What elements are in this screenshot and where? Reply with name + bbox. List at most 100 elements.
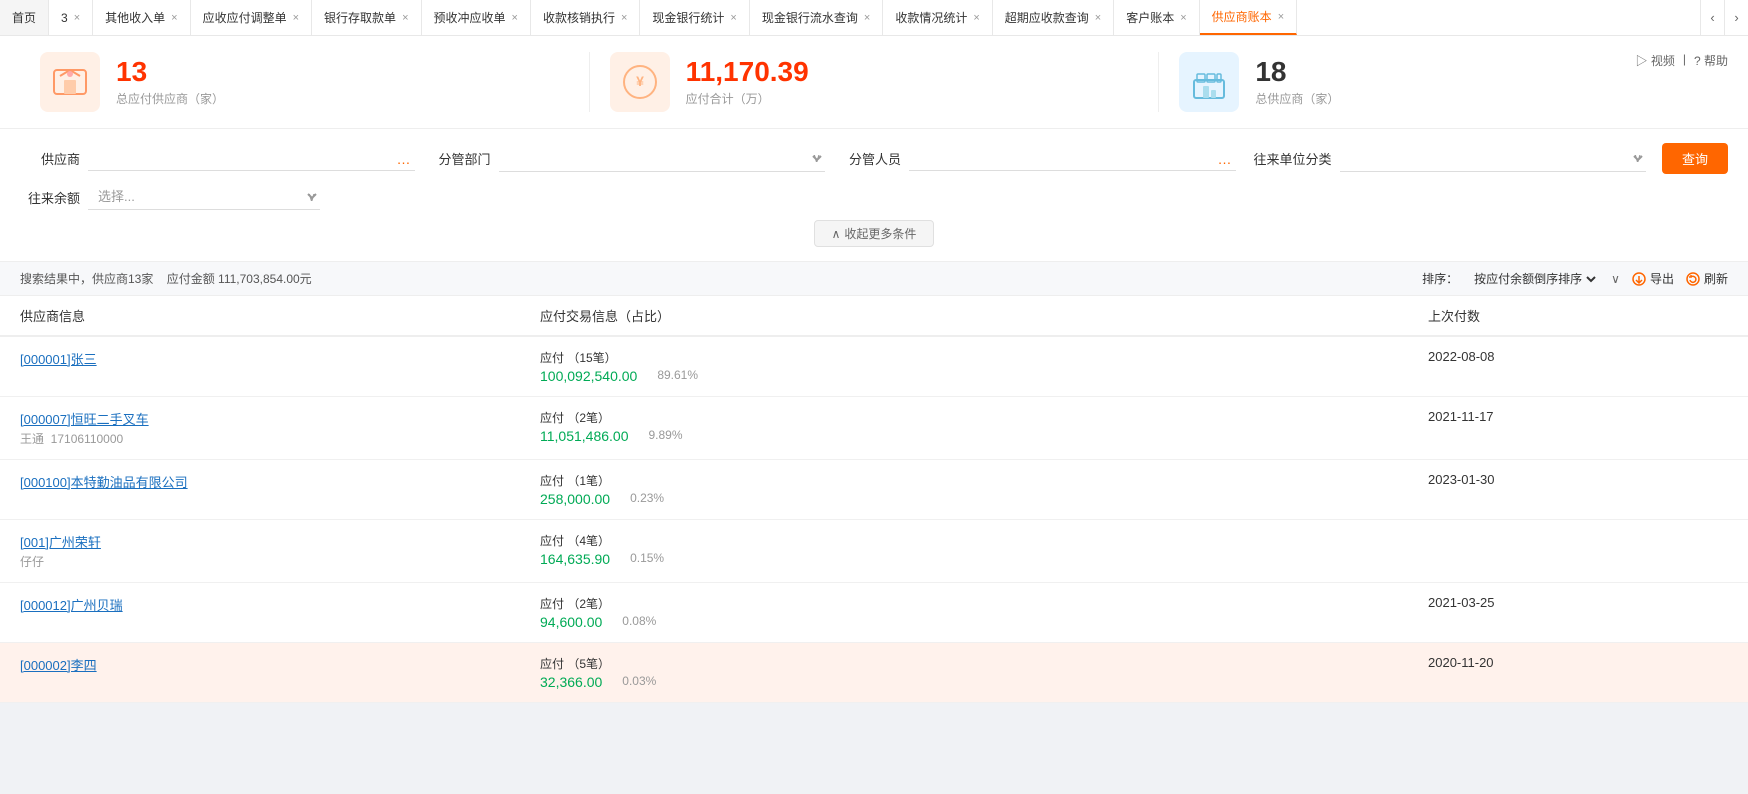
dept-select[interactable] xyxy=(499,146,826,171)
table-row: [000100]本特勤油品有限公司 应付 （1笔） 258,000.00 0.2… xyxy=(0,460,1748,520)
export-button[interactable]: 导出 xyxy=(1632,270,1674,287)
trans-amount[interactable]: 258,000.00 xyxy=(540,491,610,507)
supplier-link[interactable]: [000100]本特勤油品有限公司 xyxy=(20,475,188,490)
nav-ar-ap-adjust[interactable]: 应收应付调整单 × xyxy=(191,0,312,35)
top-right-links: ▷ 视频 | ? 帮助 xyxy=(1635,52,1728,69)
search-button[interactable]: 查询 xyxy=(1662,143,1728,174)
nav-supplier-book-close[interactable]: × xyxy=(1278,11,1284,23)
trans-info-col: 应付 （4笔） 164,635.90 0.15% xyxy=(540,532,1428,567)
arrow-left-icon: ‹ xyxy=(1710,10,1714,25)
last-pay-col: 2021-11-17 xyxy=(1428,409,1728,424)
nav-receipt-exec[interactable]: 收款核销执行 × xyxy=(531,0,640,35)
last-pay-col: 2021-03-25 xyxy=(1428,595,1728,610)
video-link[interactable]: ▷ 视频 xyxy=(1635,52,1674,69)
person-dots-icon[interactable]: … xyxy=(1218,151,1232,167)
ap-total-svg: ¥ xyxy=(620,62,660,102)
nav-bank-deposit-close[interactable]: × xyxy=(402,12,408,24)
nav-overdue-ar-label: 超期应收款查询 xyxy=(1005,9,1089,26)
supplier-input[interactable] xyxy=(88,147,415,171)
trans-label: 应付 （1笔） xyxy=(540,472,1428,489)
nav-other-income-close[interactable]: × xyxy=(171,12,177,24)
supplier-link[interactable]: [001]广州荣轩 xyxy=(20,535,101,550)
summary-text: 搜索结果中，供应商13家 应付金额 111,703,854.00元 xyxy=(20,270,312,287)
collapse-chevron-icon: ∧ xyxy=(832,227,841,241)
trans-amount[interactable]: 32,366.00 xyxy=(540,674,602,690)
trans-amount[interactable]: 94,600.00 xyxy=(540,614,602,630)
supplier-dots-icon[interactable]: … xyxy=(397,151,411,167)
balance-filter: 往来余额 选择... ∨ xyxy=(20,184,320,210)
table-header: 供应商信息 应付交易信息（占比） 上次付数 xyxy=(0,296,1748,337)
nav-arrow-group: ‹ › xyxy=(1700,0,1748,36)
supplier-link[interactable]: [000001]张三 xyxy=(20,352,97,367)
nav-customer-book[interactable]: 客户账本 × xyxy=(1114,0,1199,35)
nav-cash-flow-query-close[interactable]: × xyxy=(864,12,870,24)
table-row: [000001]张三 应付 （15笔） 100,092,540.00 89.61… xyxy=(0,337,1748,397)
ap-suppliers-label: 总应付供应商（家） xyxy=(116,90,224,107)
person-input[interactable] xyxy=(909,147,1236,171)
nav-receipt-stat[interactable]: 收款情况统计 × xyxy=(883,0,992,35)
help-link[interactable]: ? 帮助 xyxy=(1694,52,1728,69)
trans-amount[interactable]: 100,092,540.00 xyxy=(540,368,637,384)
trans-row: 258,000.00 0.23% xyxy=(540,489,1428,507)
supplier-link[interactable]: [000007]恒旺二手叉车 xyxy=(20,412,149,427)
nav-receipt-stat-label: 收款情况统计 xyxy=(895,9,967,26)
header-last-pay: 上次付数 xyxy=(1428,306,1728,325)
nav-tab3[interactable]: 3 × xyxy=(49,0,93,35)
nav-home-label: 首页 xyxy=(12,9,36,26)
balance-select[interactable]: 选择... xyxy=(88,184,320,209)
trans-pct: 0.03% xyxy=(622,674,656,688)
nav-overdue-ar-close[interactable]: × xyxy=(1095,12,1101,24)
nav-receipt-stat-close[interactable]: × xyxy=(973,12,979,24)
trans-amount[interactable]: 164,635.90 xyxy=(540,551,610,567)
supplier-sub-info: 王通 17106110000 xyxy=(20,430,540,447)
nav-home[interactable]: 首页 xyxy=(0,0,49,35)
nav-other-income[interactable]: 其他收入单 × xyxy=(93,0,190,35)
category-select[interactable] xyxy=(1340,146,1647,171)
nav-cash-flow-query[interactable]: 现金银行流水查询 × xyxy=(750,0,883,35)
summary-right-actions: 排序： 按应付余额倒序排序 ∨ 导出 刷新 xyxy=(1422,270,1728,287)
sort-select[interactable]: 按应付余额倒序排序 xyxy=(1470,271,1599,287)
nav-receipt-exec-close[interactable]: × xyxy=(621,12,627,24)
last-pay-date: 2022-08-08 xyxy=(1428,349,1495,364)
nav-bank-deposit[interactable]: 银行存取款单 × xyxy=(312,0,421,35)
nav-cash-bank-stat[interactable]: 现金银行统计 × xyxy=(640,0,749,35)
ap-total-label: 应付合计（万） xyxy=(686,90,809,107)
ap-total-icon: ¥ xyxy=(610,52,670,112)
nav-supplier-book[interactable]: 供应商账本 × xyxy=(1200,0,1297,35)
supplier-info-col: [001]广州荣轩 仔仔 xyxy=(20,532,540,570)
ap-suppliers-icon xyxy=(40,52,100,112)
supplier-link[interactable]: [000012]广州贝瑞 xyxy=(20,598,123,613)
nav-cash-bank-stat-close[interactable]: × xyxy=(730,12,736,24)
refresh-svg xyxy=(1686,272,1700,286)
trans-amount[interactable]: 11,051,486.00 xyxy=(540,428,629,444)
nav-ar-ap-adjust-close[interactable]: × xyxy=(293,12,299,24)
last-pay-col: 2022-08-08 xyxy=(1428,349,1728,364)
export-svg xyxy=(1632,272,1646,286)
table-row: [000007]恒旺二手叉车 王通 17106110000 应付 （2笔） 11… xyxy=(0,397,1748,460)
nav-overdue-ar[interactable]: 超期应收款查询 × xyxy=(993,0,1114,35)
supplier-info-col: [000012]广州贝瑞 xyxy=(20,595,540,614)
refresh-button[interactable]: 刷新 xyxy=(1686,270,1728,287)
trans-pct: 9.89% xyxy=(649,428,683,442)
nav-prepaid-ar[interactable]: 预收冲应收单 × xyxy=(422,0,531,35)
nav-supplier-book-label: 供应商账本 xyxy=(1212,8,1272,25)
collapse-button[interactable]: ∧ 收起更多条件 xyxy=(814,220,934,247)
trans-label: 应付 （4笔） xyxy=(540,532,1428,549)
supplier-sub-info: 仔仔 xyxy=(20,553,540,570)
supplier-link[interactable]: [000002]李四 xyxy=(20,658,97,673)
top-navigation: 首页 3 × 其他收入单 × 应收应付调整单 × 银行存取款单 × 预收冲应收单… xyxy=(0,0,1748,36)
nav-tab3-close[interactable]: × xyxy=(74,12,80,24)
nav-prev-arrow[interactable]: ‹ xyxy=(1700,0,1724,36)
supplier-info-col: [000100]本特勤油品有限公司 xyxy=(20,472,540,491)
dept-chevron-icon: ∨ xyxy=(812,151,821,165)
total-suppliers-label: 总供应商（家） xyxy=(1255,90,1339,107)
nav-ar-ap-adjust-label: 应收应付调整单 xyxy=(203,9,287,26)
category-chevron-icon: ∨ xyxy=(1633,151,1642,165)
balance-select-wrap: 选择... ∨ xyxy=(88,184,320,210)
nav-customer-book-close[interactable]: × xyxy=(1180,12,1186,24)
nav-prepaid-ar-label: 预收冲应收单 xyxy=(434,9,506,26)
nav-next-arrow[interactable]: › xyxy=(1724,0,1748,36)
nav-prepaid-ar-close[interactable]: × xyxy=(512,12,518,24)
ap-suppliers-content: 13 总应付供应商（家） xyxy=(116,58,224,107)
nav-bank-deposit-label: 银行存取款单 xyxy=(324,9,396,26)
